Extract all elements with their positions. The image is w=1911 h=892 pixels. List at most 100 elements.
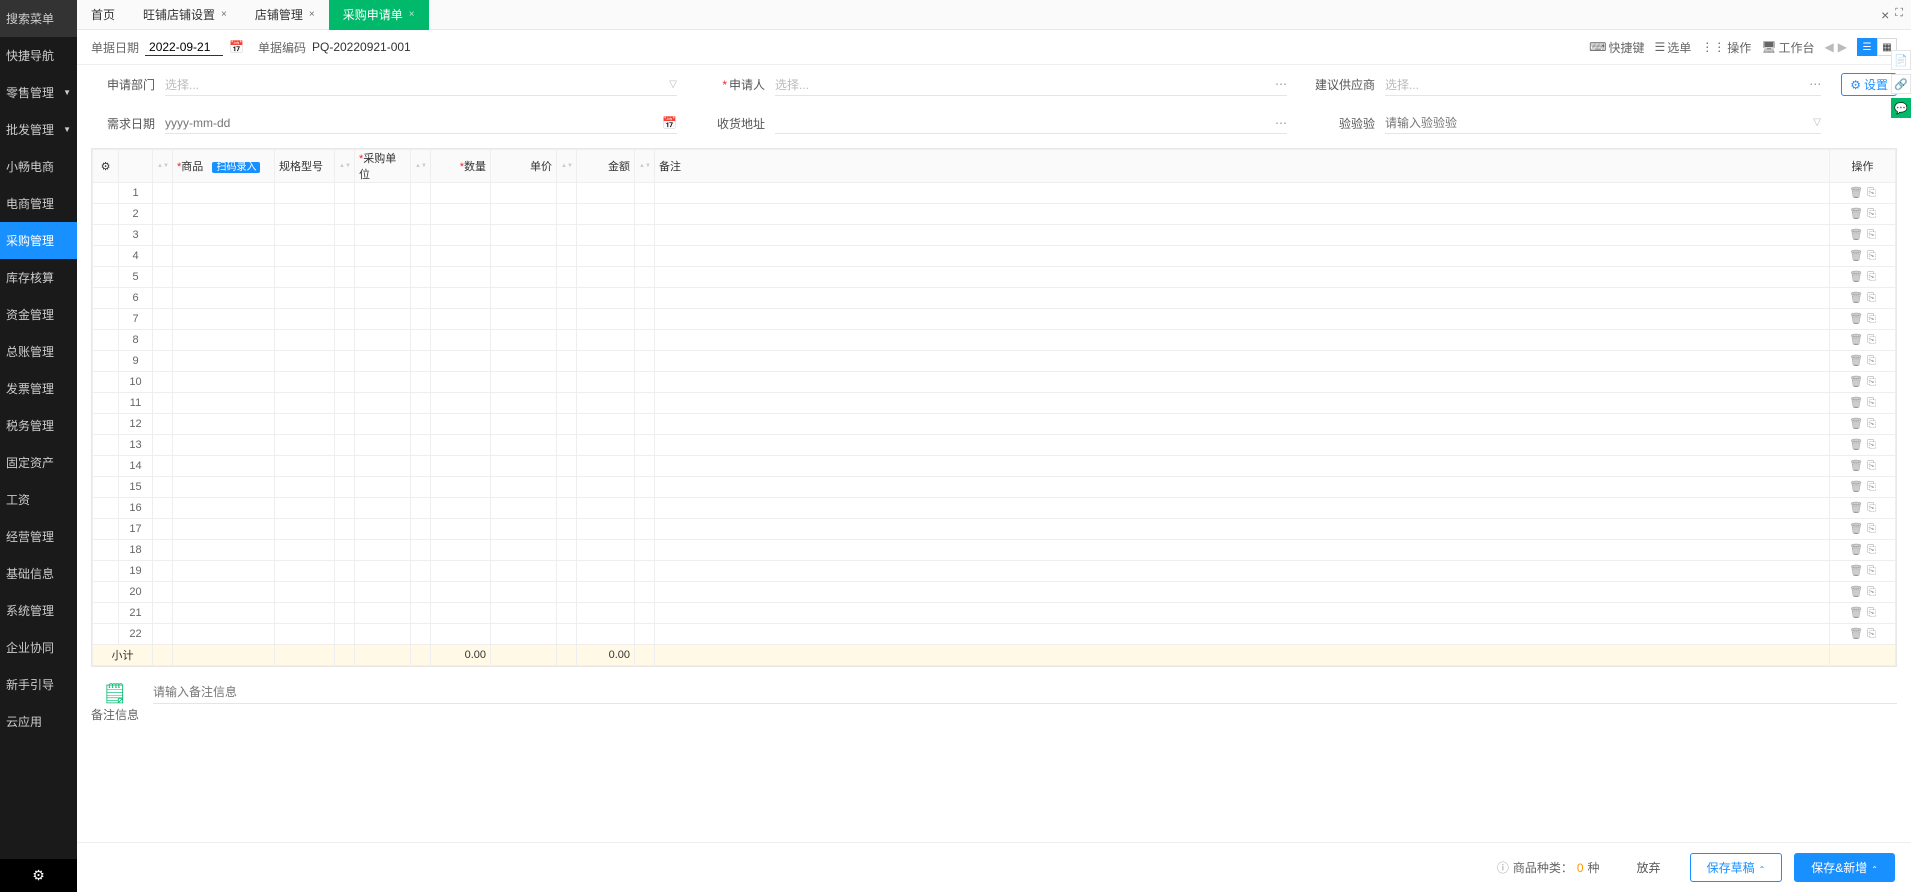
table-row[interactable]: 7🗑⎘ — [93, 309, 1896, 330]
delete-row-icon[interactable]: 🗑 — [1849, 376, 1863, 388]
col-spec-header[interactable]: 规格型号 — [275, 150, 335, 183]
copy-row-icon[interactable]: ⎘ — [1867, 271, 1876, 283]
operation-link[interactable]: ⋮⋮操作 — [1701, 39, 1751, 56]
delete-row-icon[interactable]: 🗑 — [1849, 439, 1863, 451]
table-row[interactable]: 11🗑⎘ — [93, 393, 1896, 414]
close-icon[interactable]: × — [409, 9, 415, 20]
sidebar-settings-button[interactable]: ⚙ — [0, 859, 77, 892]
sidebar-item-17[interactable]: 企业协同 — [0, 629, 77, 666]
delete-row-icon[interactable]: 🗑 — [1849, 397, 1863, 409]
table-row[interactable]: 14🗑⎘ — [93, 456, 1896, 477]
table-row[interactable]: 13🗑⎘ — [93, 435, 1896, 456]
sidebar-item-4[interactable]: 小畅电商 — [0, 148, 77, 185]
workbench-link[interactable]: 🖥工作台 — [1761, 39, 1814, 56]
copy-row-icon[interactable]: ⎘ — [1867, 628, 1876, 640]
sidebar-item-10[interactable]: 发票管理 — [0, 370, 77, 407]
copy-row-icon[interactable]: ⎘ — [1867, 334, 1876, 346]
table-row[interactable]: 12🗑⎘ — [93, 414, 1896, 435]
delete-row-icon[interactable]: 🗑 — [1849, 271, 1863, 283]
close-all-tabs-icon[interactable]: × — [1881, 7, 1889, 23]
settings-button[interactable]: ⚙设置 — [1841, 73, 1897, 96]
table-row[interactable]: 5🗑⎘ — [93, 267, 1896, 288]
col-remark-header[interactable]: 备注 — [655, 150, 1830, 183]
table-row[interactable]: 3🗑⎘ — [93, 225, 1896, 246]
tab-0[interactable]: 首页 — [77, 0, 129, 30]
table-row[interactable]: 8🗑⎘ — [93, 330, 1896, 351]
delete-row-icon[interactable]: 🗑 — [1849, 607, 1863, 619]
calendar-icon[interactable]: 📅 — [229, 40, 244, 54]
table-row[interactable]: 16🗑⎘ — [93, 498, 1896, 519]
delete-row-icon[interactable]: 🗑 — [1849, 628, 1863, 640]
copy-row-icon[interactable]: ⎘ — [1867, 502, 1876, 514]
copy-row-icon[interactable]: ⎘ — [1867, 544, 1876, 556]
table-row[interactable]: 1🗑⎘ — [93, 183, 1896, 204]
delete-row-icon[interactable]: 🗑 — [1849, 208, 1863, 220]
discard-button[interactable]: 放弃 — [1620, 853, 1678, 882]
applicant-select[interactable]: 选择... ⋯ — [775, 74, 1287, 96]
next-doc-icon[interactable]: ▶ — [1838, 40, 1847, 54]
float-help-button[interactable]: 💬 — [1891, 98, 1911, 118]
view-list-button[interactable]: ☰ — [1857, 38, 1877, 56]
col-qty-header[interactable]: *数量 — [431, 150, 491, 183]
expand-icon[interactable]: ⛶ — [1895, 7, 1903, 23]
copy-row-icon[interactable]: ⎘ — [1867, 397, 1876, 409]
sidebar-item-2[interactable]: 零售管理▼ — [0, 74, 77, 111]
delete-row-icon[interactable]: 🗑 — [1849, 523, 1863, 535]
col-sort-header[interactable]: ▲▼ — [557, 150, 577, 183]
tab-1[interactable]: 旺铺店铺设置× — [129, 0, 241, 30]
sidebar-item-9[interactable]: 总账管理 — [0, 333, 77, 370]
sidebar-item-11[interactable]: 税务管理 — [0, 407, 77, 444]
table-row[interactable]: 4🗑⎘ — [93, 246, 1896, 267]
copy-row-icon[interactable]: ⎘ — [1867, 229, 1876, 241]
need-date-input[interactable]: 📅 — [165, 112, 677, 134]
delete-row-icon[interactable]: 🗑 — [1849, 187, 1863, 199]
prev-doc-icon[interactable]: ◀ — [1825, 40, 1834, 54]
copy-row-icon[interactable]: ⎘ — [1867, 481, 1876, 493]
delete-row-icon[interactable]: 🗑 — [1849, 565, 1863, 577]
copy-row-icon[interactable]: ⎘ — [1867, 418, 1876, 430]
ship-addr-select[interactable]: ⋯ — [775, 112, 1287, 134]
sidebar-item-5[interactable]: 电商管理 — [0, 185, 77, 222]
table-row[interactable]: 9🗑⎘ — [93, 351, 1896, 372]
copy-row-icon[interactable]: ⎘ — [1867, 292, 1876, 304]
tab-2[interactable]: 店铺管理× — [241, 0, 329, 30]
scan-input-tag[interactable]: 扫码录入 — [212, 162, 260, 173]
table-row[interactable]: 22🗑⎘ — [93, 624, 1896, 645]
delete-row-icon[interactable]: 🗑 — [1849, 313, 1863, 325]
sidebar-item-15[interactable]: 基础信息 — [0, 555, 77, 592]
col-amount-header[interactable]: 金额 — [577, 150, 635, 183]
table-row[interactable]: 21🗑⎘ — [93, 603, 1896, 624]
qc-input[interactable]: ▽ — [1385, 112, 1821, 134]
supplier-select[interactable]: 选择... ⋯ — [1385, 74, 1821, 96]
memo-input[interactable] — [153, 681, 1897, 704]
copy-row-icon[interactable]: ⎘ — [1867, 439, 1876, 451]
copy-row-icon[interactable]: ⎘ — [1867, 313, 1876, 325]
delete-row-icon[interactable]: 🗑 — [1849, 292, 1863, 304]
sidebar-item-18[interactable]: 新手引导 — [0, 666, 77, 703]
copy-row-icon[interactable]: ⎘ — [1867, 208, 1876, 220]
sidebar-item-1[interactable]: 快捷导航 — [0, 37, 77, 74]
col-price-header[interactable]: 单价 — [491, 150, 557, 183]
delete-row-icon[interactable]: 🗑 — [1849, 544, 1863, 556]
sidebar-item-14[interactable]: 经营管理 — [0, 518, 77, 555]
shortcut-link[interactable]: ⌨快捷键 — [1589, 39, 1644, 56]
col-sort-header[interactable]: ▲▼ — [153, 150, 173, 183]
copy-row-icon[interactable]: ⎘ — [1867, 250, 1876, 262]
copy-row-icon[interactable]: ⎘ — [1867, 523, 1876, 535]
table-row[interactable]: 10🗑⎘ — [93, 372, 1896, 393]
col-product-header[interactable]: *商品 扫码录入 — [173, 150, 275, 183]
delete-row-icon[interactable]: 🗑 — [1849, 586, 1863, 598]
table-row[interactable]: 15🗑⎘ — [93, 477, 1896, 498]
dept-select[interactable]: 选择... ▽ — [165, 74, 677, 96]
delete-row-icon[interactable]: 🗑 — [1849, 250, 1863, 262]
delete-row-icon[interactable]: 🗑 — [1849, 334, 1863, 346]
close-icon[interactable]: × — [309, 9, 315, 20]
sidebar-item-6[interactable]: 采购管理 — [0, 222, 77, 259]
float-attach-button[interactable]: 🔗 — [1891, 74, 1911, 94]
delete-row-icon[interactable]: 🗑 — [1849, 502, 1863, 514]
save-new-button[interactable]: 保存&新增⌃ — [1794, 853, 1895, 882]
float-detail-button[interactable]: 📄 — [1891, 50, 1911, 70]
col-config-header[interactable]: ⚙ — [93, 150, 119, 183]
doc-date-input[interactable] — [145, 39, 223, 56]
copy-row-icon[interactable]: ⎘ — [1867, 355, 1876, 367]
